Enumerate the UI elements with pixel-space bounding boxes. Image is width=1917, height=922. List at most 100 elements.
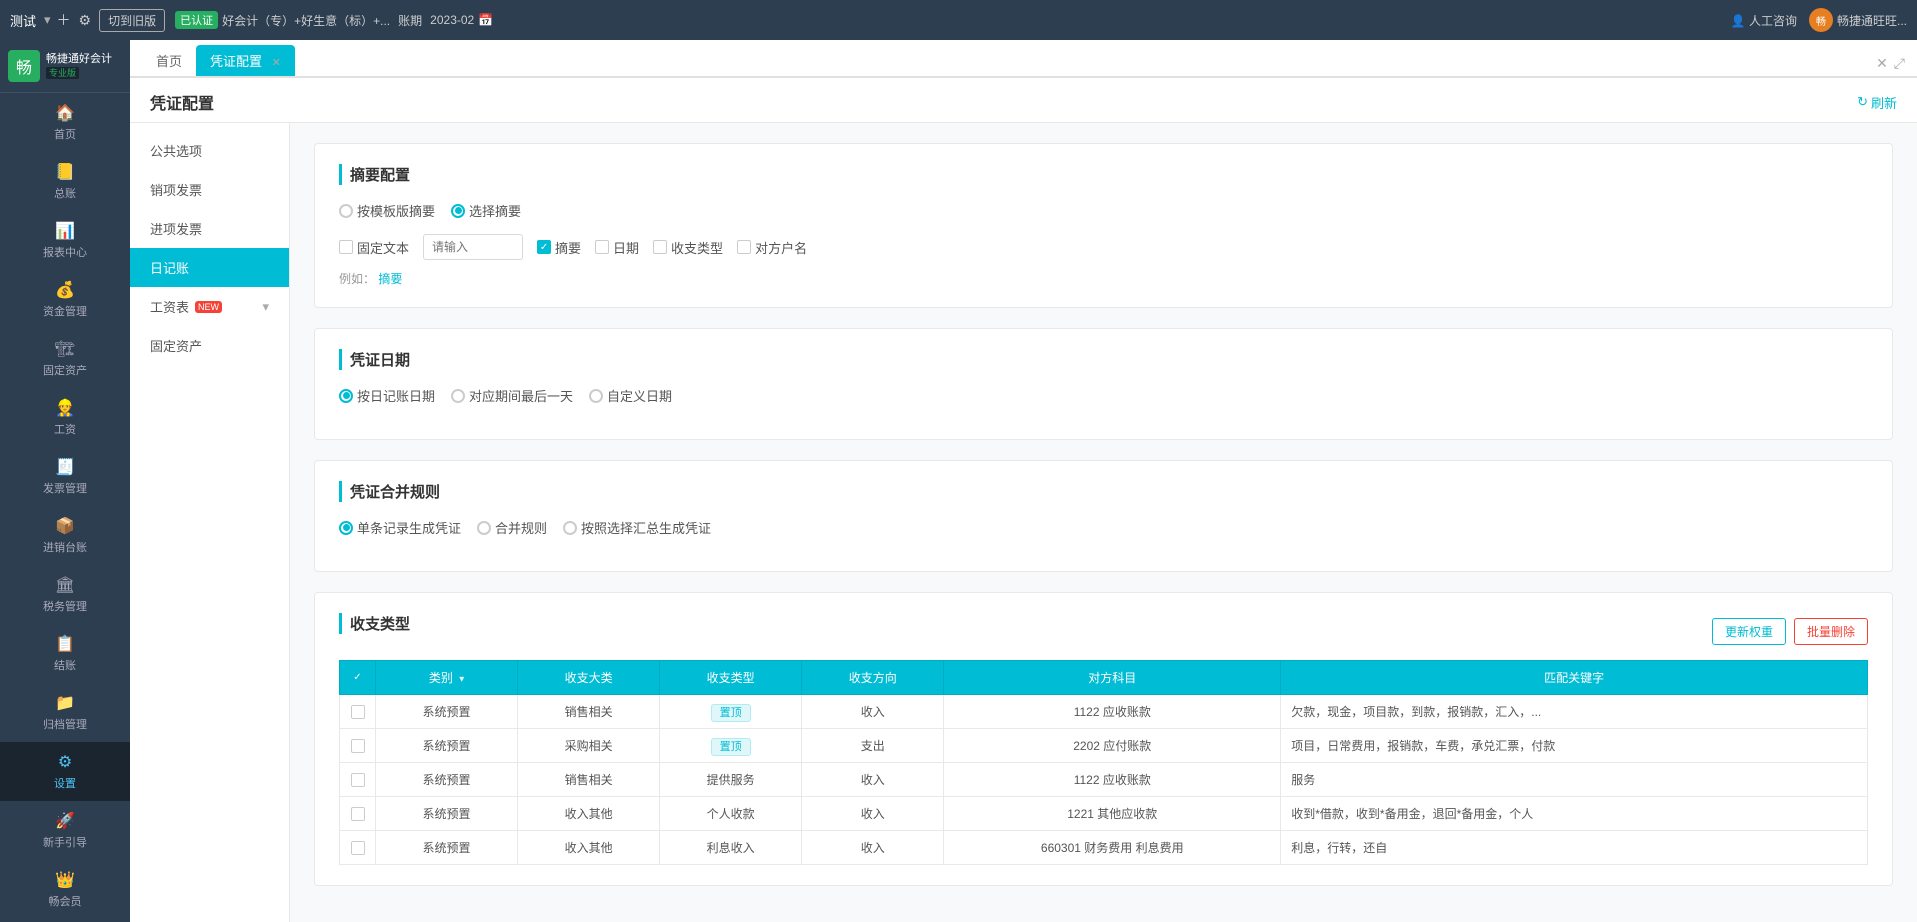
- left-nav-item-input-invoice[interactable]: 进项发票: [130, 209, 289, 248]
- tax-icon: 🏛: [55, 575, 75, 595]
- nav-arrow-icon: ▾: [262, 299, 269, 315]
- user-info[interactable]: 畅 畅捷通旺旺...: [1809, 8, 1907, 32]
- category-sort-icon[interactable]: ▾: [459, 674, 464, 685]
- left-nav-item-output-invoice[interactable]: 销项发票: [130, 170, 289, 209]
- radio-merge-rule[interactable]: 合并规则: [477, 518, 547, 537]
- top-bar-arrow-icon[interactable]: ▾: [44, 12, 51, 28]
- row-keywords-0: 欠款，现金，项目款，到款，报销款，汇入，...: [1281, 695, 1868, 729]
- row-counterpart-0: 1122 应收账款: [944, 695, 1281, 729]
- checkbox-fixed-text[interactable]: 固定文本: [339, 238, 409, 257]
- sidebar-item-ledger[interactable]: 📒 总账: [0, 152, 130, 211]
- select-all-checkbox[interactable]: ✓: [351, 671, 365, 685]
- user-name: 畅捷通旺旺...: [1837, 12, 1907, 29]
- row-counterpart-2: 1122 应收账款: [944, 763, 1281, 797]
- tab-close-icon[interactable]: ✕: [272, 57, 281, 69]
- sidebar-item-tax[interactable]: 🏛 税务管理: [0, 565, 130, 624]
- income-expense-table: ✓ 类别 ▾ 收支大类 收支类型 收支方向 对方科目: [339, 660, 1868, 865]
- sidebar-item-member[interactable]: 👑 畅会员: [0, 860, 130, 919]
- summary-config-section: 摘要配置 按模板版摘要 选择摘要: [314, 143, 1893, 308]
- sidebar-item-purchase-sale[interactable]: 📦 进销台账: [0, 506, 130, 565]
- tab-bar-close-icon[interactable]: ✕: [1876, 55, 1888, 72]
- refresh-button[interactable]: ↻ 刷新: [1857, 93, 1897, 112]
- checkbox-box-counterpart: [737, 240, 751, 254]
- user-avatar: 畅: [1809, 8, 1833, 32]
- row-checkbox-4[interactable]: [340, 831, 376, 865]
- checkbox-date[interactable]: 日期: [595, 238, 639, 257]
- tab-bar: 首页 凭证配置 ✕ ✕ ⤢: [130, 40, 1917, 78]
- reset-tag-1[interactable]: 置顶: [711, 738, 751, 756]
- top-bar-tags: 已认证 好会计（专）+好生意（标）+... 账期 2023-02 📅: [175, 11, 493, 29]
- reset-tag-0[interactable]: 置顶: [711, 704, 751, 722]
- row-check-4[interactable]: [351, 841, 365, 855]
- row-check-1[interactable]: [351, 739, 365, 753]
- voucher-date-title: 凭证日期: [339, 349, 1868, 370]
- th-major-type: 收支大类: [518, 661, 660, 695]
- sidebar-item-fixed-asset[interactable]: 🏗 固定资产: [0, 329, 130, 388]
- income-expense-title: 收支类型: [339, 613, 410, 634]
- sidebar-item-salary[interactable]: 👷 工资: [0, 388, 130, 447]
- service-icon: 👤: [1731, 14, 1746, 28]
- top-bar-gear-icon[interactable]: ⚙: [79, 12, 92, 29]
- fund-icon: 💰: [55, 280, 75, 300]
- sidebar-item-report[interactable]: 📊 报表中心: [0, 211, 130, 270]
- row-type-1: 置顶: [660, 729, 802, 763]
- radio-diary-date[interactable]: 按日记账日期: [339, 386, 435, 405]
- certified-tag: 已认证: [175, 11, 218, 29]
- sidebar-item-close-account[interactable]: 📋 结账: [0, 624, 130, 683]
- th-category: 类别 ▾: [376, 661, 518, 695]
- left-nav-item-diary[interactable]: 日记账: [130, 248, 289, 287]
- calendar-icon[interactable]: 📅: [478, 13, 493, 27]
- radio-select-total[interactable]: 按照选择汇总生成凭证: [563, 518, 711, 537]
- row-direction-1: 支出: [802, 729, 944, 763]
- sidebar-logo: 畅 畅捷通好会计专业版: [0, 40, 130, 93]
- sidebar-item-archive[interactable]: 📁 归档管理: [0, 683, 130, 742]
- guide-icon: 🚀: [55, 811, 75, 831]
- nav-badge-new: NEW: [195, 301, 222, 313]
- member-icon: 👑: [55, 870, 75, 890]
- update-weight-button[interactable]: 更新权重: [1712, 618, 1786, 645]
- row-check-2[interactable]: [351, 773, 365, 787]
- two-col-layout: 公共选项 销项发票 进项发票 日记账 工资表 NEW ▾ 固定资产: [130, 123, 1917, 922]
- table-row: 系统预置 收入其他 利息收入 收入 660301 财务费用 利息费用 利息，行转…: [340, 831, 1868, 865]
- radio-single-record[interactable]: 单条记录生成凭证: [339, 518, 461, 537]
- table-action-buttons: 更新权重 批量删除: [1712, 618, 1868, 645]
- voucher-date-section: 凭证日期 按日记账日期 对应期间最后一天 自定义日期: [314, 328, 1893, 440]
- period-label: 账期: [398, 12, 422, 29]
- row-counterpart-3: 1221 其他应收款: [944, 797, 1281, 831]
- left-nav-item-salary[interactable]: 工资表 NEW ▾: [130, 287, 289, 326]
- top-bar-add-icon[interactable]: ＋: [57, 10, 71, 30]
- left-nav-item-fixed-asset[interactable]: 固定资产: [130, 326, 289, 365]
- row-checkbox-2[interactable]: [340, 763, 376, 797]
- fixed-text-input[interactable]: [423, 234, 523, 260]
- row-checkbox-0[interactable]: [340, 695, 376, 729]
- radio-template-summary[interactable]: 按模板版摘要: [339, 201, 435, 220]
- summary-radio-group: 按模板版摘要 选择摘要: [339, 201, 1868, 220]
- voucher-merge-section: 凭证合并规则 单条记录生成凭证 合并规则 按照选择汇总生成凭证: [314, 460, 1893, 572]
- sidebar-item-home[interactable]: 🏠 首页: [0, 93, 130, 152]
- checkbox-income-type[interactable]: 收支类型: [653, 238, 723, 257]
- row-checkbox-1[interactable]: [340, 729, 376, 763]
- row-check-0[interactable]: [351, 705, 365, 719]
- batch-delete-button[interactable]: 批量删除: [1794, 618, 1868, 645]
- sidebar-item-settings[interactable]: ⚙ 设置: [0, 742, 130, 801]
- checkbox-counterpart-name[interactable]: 对方户名: [737, 238, 807, 257]
- service-button[interactable]: 👤 人工咨询: [1731, 12, 1797, 29]
- radio-custom-date[interactable]: 自定义日期: [589, 386, 672, 405]
- row-checkbox-3[interactable]: [340, 797, 376, 831]
- tab-bar-expand-icon[interactable]: ⤢: [1894, 55, 1905, 72]
- checkbox-summary[interactable]: ✓ 摘要: [537, 238, 581, 257]
- tab-voucher-config[interactable]: 凭证配置 ✕: [196, 45, 295, 76]
- radio-select-summary[interactable]: 选择摘要: [451, 201, 521, 220]
- sidebar-item-fund[interactable]: 💰 资金管理: [0, 270, 130, 329]
- sidebar-item-invoice[interactable]: 🧾 发票管理: [0, 447, 130, 506]
- invoice-icon: 🧾: [55, 457, 75, 477]
- switch-version-button[interactable]: 切到旧版: [99, 9, 165, 32]
- row-check-3[interactable]: [351, 807, 365, 821]
- tab-home[interactable]: 首页: [142, 45, 196, 76]
- voucher-date-radio-group: 按日记账日期 对应期间最后一天 自定义日期: [339, 386, 1868, 405]
- radio-period-last-day[interactable]: 对应期间最后一天: [451, 386, 573, 405]
- left-nav-item-public[interactable]: 公共选项: [130, 131, 289, 170]
- table-row: 系统预置 销售相关 置顶 收入 1122 应收账款 欠款，现金，项目款，到款，报…: [340, 695, 1868, 729]
- sidebar-item-guide[interactable]: 🚀 新手引导: [0, 801, 130, 860]
- table-header-row: 收支类型 更新权重 批量删除: [339, 613, 1868, 650]
